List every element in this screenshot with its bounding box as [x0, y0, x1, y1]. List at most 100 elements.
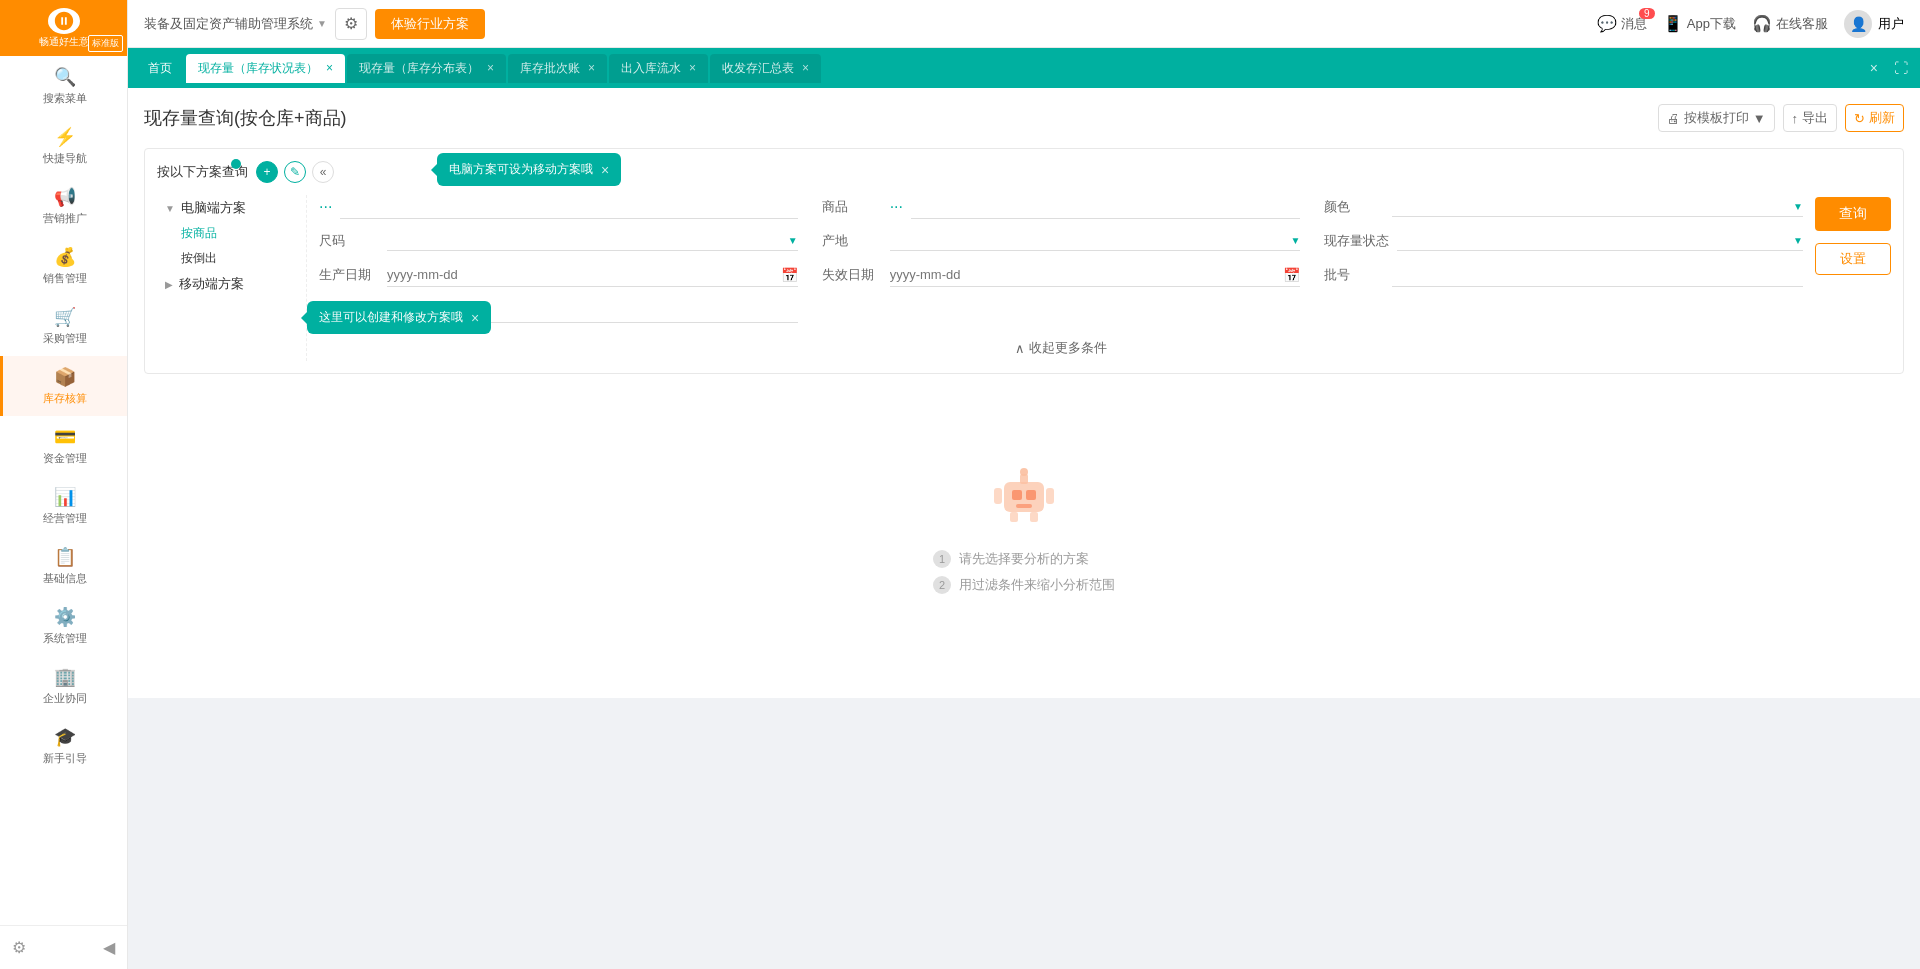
- svg-point-5: [1020, 468, 1028, 476]
- warehouse-dots[interactable]: ···: [319, 198, 332, 216]
- inventory-status-select[interactable]: ▼: [1397, 231, 1803, 251]
- tab-bar-right: × ⛶: [1866, 56, 1912, 80]
- product-label: 商品: [822, 198, 882, 216]
- sidebar-item-operation[interactable]: 📊 经营管理: [0, 476, 127, 536]
- basic-icon: 📋: [54, 546, 76, 568]
- tab-home[interactable]: 首页: [136, 54, 184, 83]
- search-icon: 🔍: [54, 66, 76, 88]
- sidebar-item-system[interactable]: ⚙️ 系统管理: [0, 596, 127, 656]
- tab-receive-summary[interactable]: 收发存汇总表 ×: [710, 54, 821, 83]
- operation-icon: 📊: [54, 486, 76, 508]
- size-select[interactable]: ▼: [387, 231, 798, 251]
- sidebar-label-system: 系统管理: [43, 631, 87, 646]
- filter-header-actions: + ✎ «: [256, 161, 334, 183]
- schema-tree: 这里可以创建和修改方案哦 × ▼ 电脑端方案 按商品: [157, 195, 307, 361]
- add-schema-btn[interactable]: +: [256, 161, 278, 183]
- query-button[interactable]: 查询: [1815, 197, 1891, 231]
- sidebar-label-operation: 经营管理: [43, 511, 87, 526]
- tab-inventory-dist-close[interactable]: ×: [487, 61, 494, 75]
- setup-button[interactable]: 设置: [1815, 243, 1891, 275]
- sidebar-item-sales[interactable]: 💰 销售管理: [0, 236, 127, 296]
- sidebar-item-marketing[interactable]: 📢 营销推广: [0, 176, 127, 236]
- color-label: 颜色: [1324, 198, 1384, 216]
- product-dots[interactable]: ···: [890, 198, 903, 216]
- production-date-calendar-icon[interactable]: 📅: [781, 267, 798, 283]
- sidebar-item-search[interactable]: 🔍 搜索菜单: [0, 56, 127, 116]
- online-service-button[interactable]: 🎧 在线客服: [1752, 14, 1828, 33]
- print-button[interactable]: 🖨 按模板打印 ▼: [1658, 104, 1775, 132]
- inventory-status-label: 现存量状态: [1324, 232, 1389, 250]
- expiry-date-input[interactable]: [890, 263, 1280, 286]
- sidebar-item-basic[interactable]: 📋 基础信息: [0, 536, 127, 596]
- tooltip-2-close[interactable]: ×: [471, 310, 479, 326]
- refresh-button[interactable]: ↻ 刷新: [1845, 104, 1904, 132]
- system-selector[interactable]: 装备及固定资产辅助管理系统 ▼: [144, 15, 327, 33]
- settings-icon: ⚙: [344, 14, 358, 33]
- batch-input[interactable]: [1392, 263, 1803, 287]
- origin-label: 产地: [822, 232, 882, 250]
- app-download-button[interactable]: 📱 App下载: [1663, 14, 1736, 33]
- schema-mobile-group[interactable]: ▶ 移动端方案: [157, 271, 294, 297]
- production-date-input[interactable]: [387, 263, 777, 286]
- tab-inventory-dist[interactable]: 现存量（库存分布表） ×: [347, 54, 506, 83]
- sidebar-bottom: ⚙ ◀: [0, 925, 127, 969]
- main-content: 装备及固定资产辅助管理系统 ▼ ⚙ 体验行业方案 💬 消息 9 📱 App下载 …: [128, 0, 1920, 969]
- tab-inventory-status[interactable]: 现存量（库存状况表） ×: [186, 54, 345, 83]
- color-select[interactable]: ▼: [1392, 197, 1803, 217]
- sidebar-item-quick-nav[interactable]: ⚡ 快捷导航: [0, 116, 127, 176]
- schema-pc-group[interactable]: ▼ 电脑端方案: [157, 195, 294, 221]
- empty-tip-2-text: 用过滤条件来缩小分析范围: [959, 576, 1115, 594]
- tab-close-all-btn[interactable]: ×: [1866, 56, 1882, 80]
- tab-inout-flow-close[interactable]: ×: [689, 61, 696, 75]
- tab-inventory-status-close[interactable]: ×: [326, 61, 333, 75]
- message-button[interactable]: 💬 消息 9: [1597, 14, 1647, 33]
- tip-num-2: 2: [933, 576, 951, 594]
- expiry-date-calendar-icon[interactable]: 📅: [1283, 267, 1300, 283]
- tab-receive-summary-close[interactable]: ×: [802, 61, 809, 75]
- sidebar-item-purchase[interactable]: 🛒 采购管理: [0, 296, 127, 356]
- service-icon: 🎧: [1752, 14, 1772, 33]
- schema-pc-label: 电脑端方案: [181, 199, 246, 217]
- svg-rect-3: [1016, 504, 1032, 508]
- batch-filter-row: 批号: [1324, 263, 1803, 287]
- svg-rect-6: [994, 488, 1002, 504]
- sidebar-item-guide[interactable]: 🎓 新手引导: [0, 716, 127, 776]
- user-info[interactable]: 👤 用户: [1844, 10, 1904, 38]
- tab-batch-account[interactable]: 库存批次账 ×: [508, 54, 607, 83]
- filter-body: 这里可以创建和修改方案哦 × ▼ 电脑端方案 按商品: [157, 195, 1803, 361]
- sidebar-item-inventory[interactable]: 📦 库存核算: [0, 356, 127, 416]
- tab-inout-flow[interactable]: 出入库流水 ×: [609, 54, 708, 83]
- empty-state: 1 请先选择要分析的方案 2 用过滤条件来缩小分析范围: [144, 374, 1904, 682]
- collapse-sidebar-btn[interactable]: ◀: [99, 934, 119, 961]
- production-date-label: 生产日期: [319, 266, 379, 284]
- warehouse-filter-row: ···: [319, 195, 798, 219]
- origin-select-arrow-icon: ▼: [1290, 235, 1300, 246]
- settings-bottom-btn[interactable]: ⚙: [8, 934, 30, 961]
- sidebar-logo: 畅通好生意 标准版: [0, 0, 127, 56]
- edit-schema-btn[interactable]: ✎: [284, 161, 306, 183]
- schema-mobile-label: 移动端方案: [179, 275, 244, 293]
- sidebar-item-company[interactable]: 🏢 企业协同: [0, 656, 127, 716]
- industry-button[interactable]: 体验行业方案: [375, 9, 485, 39]
- sidebar-label-basic: 基础信息: [43, 571, 87, 586]
- back-schema-btn[interactable]: «: [312, 161, 334, 183]
- page-actions: 🖨 按模板打印 ▼ ↑ 导出 ↻ 刷新: [1658, 104, 1904, 132]
- tooltip-1-close[interactable]: ×: [601, 162, 609, 178]
- settings-button[interactable]: ⚙: [335, 8, 367, 40]
- page-title-row: 现存量查询(按仓库+商品) 🖨 按模板打印 ▼ ↑ 导出 ↻ 刷新: [144, 104, 1904, 132]
- export-label: 导出: [1802, 109, 1828, 127]
- product-input[interactable]: [911, 195, 1300, 219]
- collapse-more-btn[interactable]: ∧ 收起更多条件: [999, 335, 1123, 361]
- quick-nav-icon: ⚡: [54, 126, 76, 148]
- export-button[interactable]: ↑ 导出: [1783, 104, 1838, 132]
- tab-fullscreen-btn[interactable]: ⛶: [1890, 56, 1912, 80]
- tooltip-text-1: 电脑方案可设为移动方案哦: [449, 161, 593, 178]
- schema-subitem-0[interactable]: 按商品: [173, 221, 294, 246]
- origin-select[interactable]: ▼: [890, 231, 1301, 251]
- schema-subitem-1[interactable]: 按倒出: [173, 246, 294, 271]
- warehouse-input[interactable]: [340, 195, 797, 219]
- sidebar-item-finance[interactable]: 💳 资金管理: [0, 416, 127, 476]
- filter-form: ··· 商品 ··· 颜色: [319, 195, 1803, 361]
- tab-batch-account-close[interactable]: ×: [588, 61, 595, 75]
- mobile-icon: 📱: [1663, 14, 1683, 33]
